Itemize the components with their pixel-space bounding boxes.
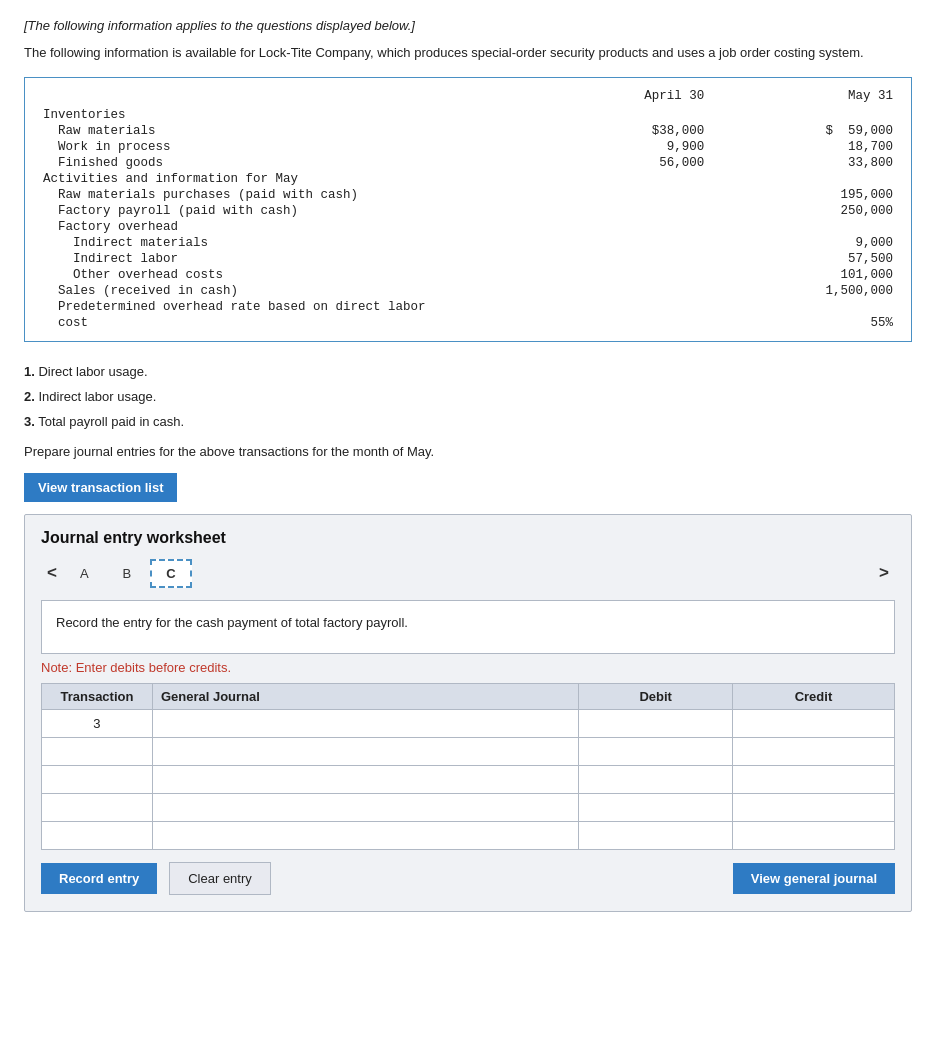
table-row (42, 821, 895, 849)
col-apr-header: April 30 (519, 88, 708, 107)
table-row (42, 793, 895, 821)
col-header-transaction: Transaction (42, 683, 153, 709)
general-journal-field-5[interactable] (153, 822, 579, 849)
debit-field-1[interactable] (579, 710, 732, 737)
table-row: Sales (received in cash) 1,500,000 (39, 283, 897, 299)
table-row: Factory overhead (39, 219, 897, 235)
table-row: cost 55% (39, 315, 897, 331)
clear-entry-button[interactable]: Clear entry (169, 862, 271, 895)
debit-field-5[interactable] (579, 822, 732, 849)
table-row: Predetermined overhead rate based on dir… (39, 299, 897, 315)
table-row: Factory payroll (paid with cash) 250,000 (39, 203, 897, 219)
general-journal-field-3[interactable] (153, 766, 579, 793)
debit-field-2[interactable] (579, 738, 732, 765)
general-journal-input-4[interactable] (152, 793, 579, 821)
credit-input-4[interactable] (732, 793, 894, 821)
credit-field-4[interactable] (733, 794, 894, 821)
general-journal-field-4[interactable] (153, 794, 579, 821)
debit-input-2[interactable] (579, 737, 733, 765)
info-table: April 30 May 31 Inventories Raw material… (39, 88, 897, 331)
tab-next-button[interactable]: > (873, 561, 895, 585)
general-journal-input-2[interactable] (152, 737, 579, 765)
transaction-number-1: 3 (42, 709, 153, 737)
bottom-buttons: Record entry Clear entry View general jo… (41, 862, 895, 895)
credit-input-2[interactable] (732, 737, 894, 765)
table-row: Other overhead costs 101,000 (39, 267, 897, 283)
general-journal-input-1[interactable] (152, 709, 579, 737)
journal-table: Transaction General Journal Debit Credit… (41, 683, 895, 850)
table-row: Inventories (39, 107, 897, 123)
credit-input-1[interactable] (732, 709, 894, 737)
col-header-debit: Debit (579, 683, 733, 709)
general-journal-field-2[interactable] (153, 738, 579, 765)
credit-field-3[interactable] (733, 766, 894, 793)
credit-input-3[interactable] (732, 765, 894, 793)
transaction-number-2 (42, 737, 153, 765)
journal-description: Record the entry for the cash payment of… (41, 600, 895, 654)
table-row: Indirect labor 57,500 (39, 251, 897, 267)
intro-description: The following information is available f… (24, 43, 912, 63)
debit-input-3[interactable] (579, 765, 733, 793)
question-3: 3. Total payroll paid in cash. (24, 410, 912, 433)
table-row: 3 (42, 709, 895, 737)
credit-field-5[interactable] (733, 822, 894, 849)
intro-italic-note: [The following information applies to th… (24, 18, 912, 33)
table-row: Finished goods 56,000 33,800 (39, 155, 897, 171)
general-journal-input-3[interactable] (152, 765, 579, 793)
credit-input-5[interactable] (732, 821, 894, 849)
table-row (42, 737, 895, 765)
debit-input-4[interactable] (579, 793, 733, 821)
tab-a[interactable]: A (65, 560, 104, 587)
journal-entry-worksheet: Journal entry worksheet < A B C > Record… (24, 514, 912, 912)
tab-prev-button[interactable]: < (41, 561, 63, 585)
table-row: Work in process 9,900 18,700 (39, 139, 897, 155)
table-row: Raw materials purchases (paid with cash)… (39, 187, 897, 203)
debit-field-4[interactable] (579, 794, 732, 821)
credit-field-2[interactable] (733, 738, 894, 765)
prepare-text: Prepare journal entries for the above tr… (24, 444, 912, 459)
transaction-number-3 (42, 765, 153, 793)
general-journal-field-1[interactable] (153, 710, 579, 737)
journal-note: Note: Enter debits before credits. (41, 660, 895, 675)
question-2: 2. Indirect labor usage. (24, 385, 912, 408)
record-entry-button[interactable]: Record entry (41, 863, 157, 894)
debit-input-1[interactable] (579, 709, 733, 737)
question-1: 1. Direct labor usage. (24, 360, 912, 383)
col-header-general-journal: General Journal (152, 683, 579, 709)
debit-field-3[interactable] (579, 766, 732, 793)
table-row: Activities and information for May (39, 171, 897, 187)
transaction-number-5 (42, 821, 153, 849)
tabs-row: < A B C > (41, 559, 895, 588)
col-header-credit: Credit (732, 683, 894, 709)
view-general-journal-button[interactable]: View general journal (733, 863, 895, 894)
col-may-header: May 31 (708, 88, 897, 107)
col-label-header (39, 88, 519, 107)
transaction-number-4 (42, 793, 153, 821)
view-transaction-button[interactable]: View transaction list (24, 473, 177, 502)
tab-c[interactable]: C (150, 559, 191, 588)
debit-input-5[interactable] (579, 821, 733, 849)
journal-title: Journal entry worksheet (41, 529, 895, 547)
general-journal-input-5[interactable] (152, 821, 579, 849)
credit-field-1[interactable] (733, 710, 894, 737)
tab-b[interactable]: B (108, 560, 147, 587)
info-table-wrapper: April 30 May 31 Inventories Raw material… (24, 77, 912, 342)
table-row (42, 765, 895, 793)
table-row: Indirect materials 9,000 (39, 235, 897, 251)
table-row: Raw materials $38,000 $ 59,000 (39, 123, 897, 139)
questions-section: 1. Direct labor usage. 2. Indirect labor… (24, 360, 912, 434)
